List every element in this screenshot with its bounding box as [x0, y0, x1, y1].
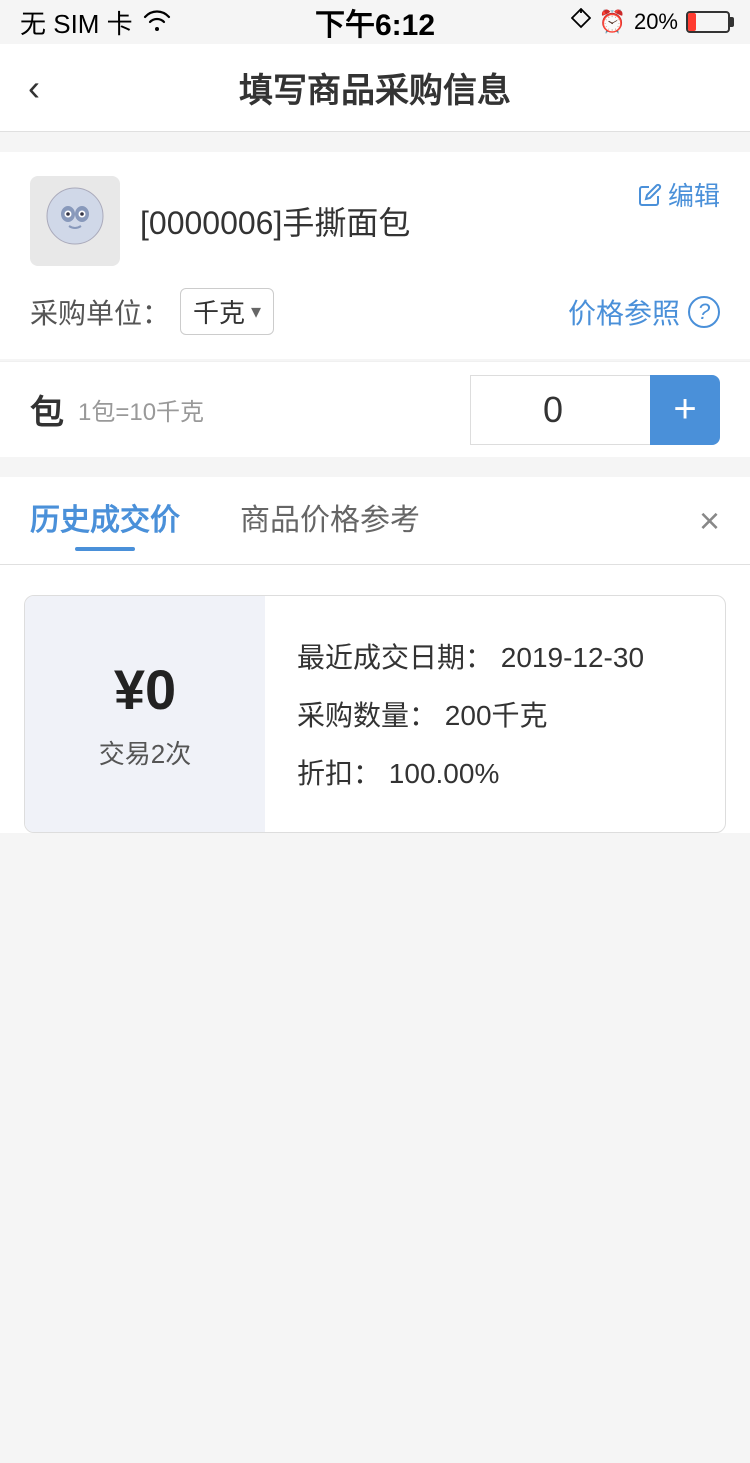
trade-discount-row: 折扣： 100.00%	[297, 752, 693, 792]
trade-qty-row: 采购数量： 200千克	[297, 694, 693, 734]
quantity-label: 包 1包=10千克	[30, 385, 204, 434]
edit-icon	[638, 183, 662, 207]
product-card: [0000006]手撕面包 编辑 采购单位： 千克 ▾ 价格参照 ?	[0, 152, 750, 359]
status-bar: 无 SIM 卡 下午6:12 ⏰ 20%	[0, 0, 750, 44]
alarm-icon: ⏰	[599, 9, 626, 35]
quantity-plus-button[interactable]: +	[650, 375, 720, 445]
quantity-unit: 包	[30, 385, 64, 434]
carrier-label: 无 SIM 卡	[20, 4, 133, 41]
unit-label: 采购单位：	[30, 292, 170, 332]
status-time: 下午6:12	[315, 0, 435, 44]
wifi-icon	[143, 7, 171, 38]
tab-history-price[interactable]: 历史成交价	[30, 495, 180, 547]
date-label: 最近成交日期：	[297, 642, 493, 673]
quantity-input-group: +	[470, 375, 720, 445]
back-button[interactable]: ‹	[28, 67, 40, 109]
location-icon	[571, 8, 591, 36]
unit-left: 采购单位： 千克 ▾	[30, 288, 274, 335]
currency-symbol: ¥	[114, 658, 145, 721]
quantity-input[interactable]	[470, 375, 650, 445]
quantity-row: 包 1包=10千克 +	[0, 361, 750, 457]
chevron-down-icon: ▾	[251, 299, 261, 324]
price-number: 0	[145, 658, 176, 721]
trade-count: 交易2次	[99, 734, 191, 771]
tabs-section: 历史成交价 商品价格参考 × ¥0 交易2次 最近成交日期： 2019-12-3…	[0, 477, 750, 833]
battery-icon	[686, 11, 730, 33]
edit-label: 编辑	[668, 176, 720, 213]
quantity-conversion: 1包=10千克	[78, 392, 204, 427]
product-name: [0000006]手撕面包	[140, 198, 410, 244]
battery-fill	[688, 13, 696, 31]
trade-price-panel: ¥0 交易2次	[25, 596, 265, 832]
page-background	[0, 863, 750, 1463]
status-left: 无 SIM 卡	[20, 4, 171, 41]
tabs-nav: 历史成交价 商品价格参考	[30, 495, 420, 547]
status-right: ⏰ 20%	[571, 8, 730, 36]
qty-label: 采购数量：	[297, 700, 437, 731]
tab-price-reference[interactable]: 商品价格参考	[240, 495, 420, 547]
tab-price-ref-label: 商品价格参考	[240, 504, 420, 537]
nav-bar: ‹ 填写商品采购信息	[0, 44, 750, 132]
price-reference-button[interactable]: 价格参照 ?	[568, 292, 720, 332]
tab-history-label: 历史成交价	[30, 504, 180, 537]
tabs-header: 历史成交价 商品价格参考 ×	[0, 477, 750, 565]
product-thumb-icon	[45, 186, 105, 256]
product-header: [0000006]手撕面包 编辑	[30, 176, 720, 266]
discount-label: 折扣：	[297, 758, 381, 789]
close-button[interactable]: ×	[699, 503, 720, 539]
unit-dropdown[interactable]: 千克 ▾	[180, 288, 274, 335]
discount-value: 100.00%	[389, 758, 500, 789]
info-icon: ?	[688, 296, 720, 328]
plus-icon: +	[673, 387, 696, 432]
unit-row: 采购单位： 千克 ▾ 价格参照 ?	[30, 288, 720, 335]
edit-button[interactable]: 编辑	[638, 176, 720, 213]
unit-value: 千克	[193, 293, 245, 330]
page-title: 填写商品采购信息	[239, 63, 511, 112]
battery-percent: 20%	[634, 9, 678, 35]
trade-price-value: ¥0	[114, 657, 176, 722]
trade-date-row: 最近成交日期： 2019-12-30	[297, 636, 693, 676]
product-thumbnail	[30, 176, 120, 266]
product-left: [0000006]手撕面包	[30, 176, 410, 266]
trade-card: ¥0 交易2次 最近成交日期： 2019-12-30 采购数量： 200千克 折…	[24, 595, 726, 833]
qty-value: 200千克	[445, 700, 548, 731]
date-value: 2019-12-30	[501, 642, 644, 673]
price-ref-label: 价格参照	[568, 292, 680, 332]
trade-details-panel: 最近成交日期： 2019-12-30 采购数量： 200千克 折扣： 100.0…	[265, 596, 725, 832]
